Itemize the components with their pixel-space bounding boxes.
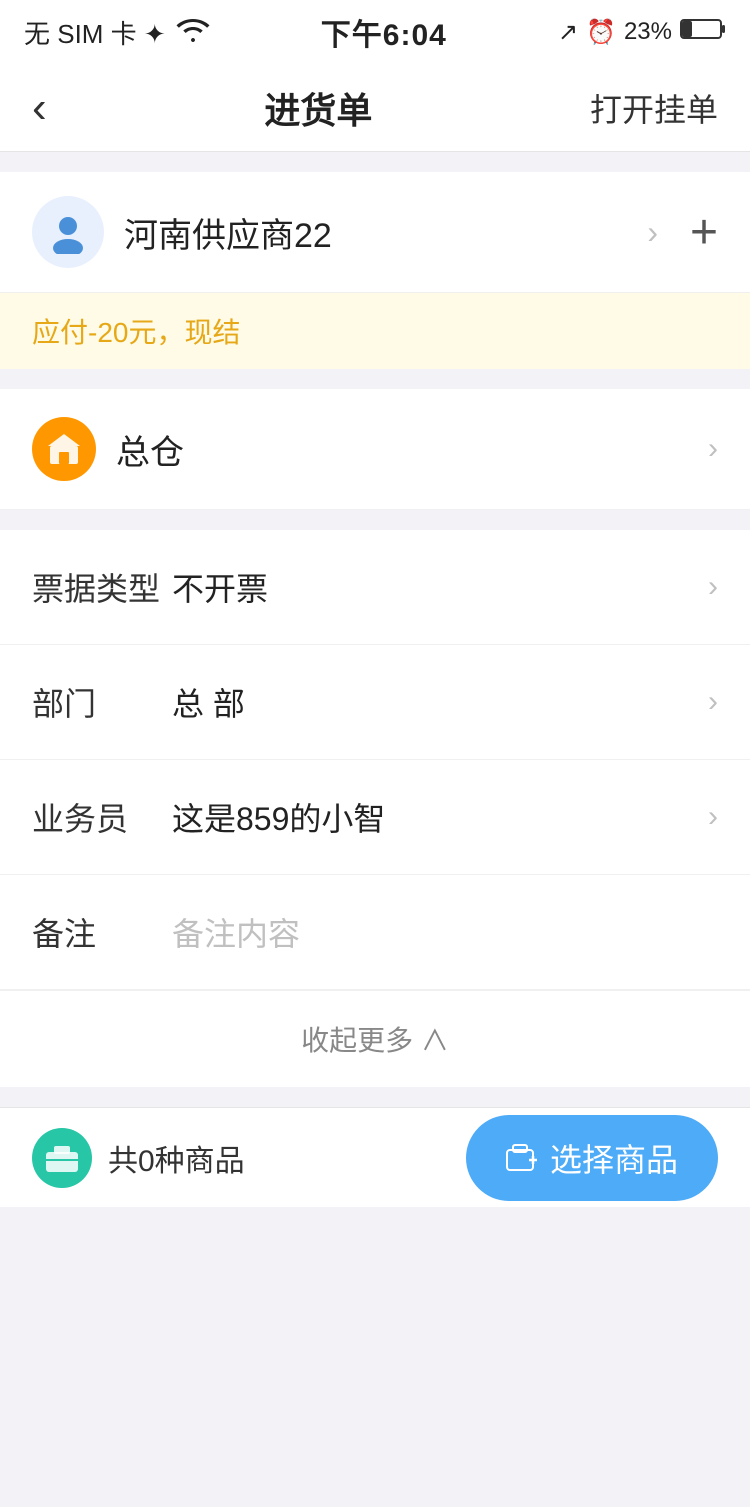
open-pending-button[interactable]: 打开挂单 — [590, 85, 718, 131]
warehouse-icon — [32, 417, 96, 481]
remark-value[interactable]: 备注内容 — [172, 909, 718, 955]
supplier-avatar — [32, 196, 104, 268]
supplier-row[interactable]: 河南供应商22 › + — [0, 172, 750, 293]
product-count-text: 共0种商品 — [108, 1136, 245, 1180]
wifi-icon — [176, 16, 210, 49]
section-gap-4 — [0, 1087, 750, 1107]
status-right: ↗ ⏰ 23% — [558, 17, 726, 48]
salesperson-chevron-icon: › — [708, 800, 718, 834]
battery-icon — [680, 17, 726, 48]
main-content — [0, 1207, 750, 1507]
page-title: 进货单 — [264, 82, 372, 134]
department-label: 部门 — [32, 679, 172, 725]
product-icon — [32, 1128, 92, 1188]
ticket-type-chevron-icon: › — [708, 570, 718, 604]
warehouse-chevron-icon: › — [708, 432, 718, 466]
form-section: 票据类型 不开票 › 部门 总 部 › 业务员 这是859的小智 › 备注 备注… — [0, 530, 750, 1087]
salesperson-row[interactable]: 业务员 这是859的小智 › — [0, 760, 750, 875]
status-left: 无 SIM 卡 ✦ — [24, 14, 210, 51]
warehouse-name: 总仓 — [116, 425, 708, 474]
warehouse-row[interactable]: 总仓 › — [0, 389, 750, 510]
alarm-icon: ⏰ — [586, 18, 616, 47]
add-supplier-button[interactable]: + — [690, 205, 718, 260]
warehouse-section: 总仓 › — [0, 389, 750, 510]
select-product-label: 选择商品 — [550, 1135, 678, 1181]
ticket-type-row[interactable]: 票据类型 不开票 › — [0, 530, 750, 645]
ticket-type-label: 票据类型 — [32, 564, 172, 610]
nav-bar: ‹ 进货单 打开挂单 — [0, 64, 750, 152]
section-gap-2 — [0, 369, 750, 389]
location-icon: ↗ — [558, 18, 578, 47]
supplier-section: 河南供应商22 › + 应付-20元，现结 — [0, 172, 750, 369]
battery-label: 23% — [624, 18, 672, 46]
bottom-bar: 共0种商品 选择商品 — [0, 1107, 750, 1207]
status-bar: 无 SIM 卡 ✦ 下午6:04 ↗ ⏰ 23% — [0, 0, 750, 64]
product-count-area: 共0种商品 — [32, 1128, 245, 1188]
department-row[interactable]: 部门 总 部 › — [0, 645, 750, 760]
supplier-name: 河南供应商22 — [124, 208, 647, 257]
no-sim-label: 无 SIM 卡 ✦ — [24, 14, 166, 51]
department-value: 总 部 — [172, 679, 708, 725]
section-gap-1 — [0, 152, 750, 172]
collapse-toggle[interactable]: 收起更多 ∧ — [0, 990, 750, 1087]
back-button[interactable]: ‹ — [32, 86, 47, 130]
salesperson-label: 业务员 — [32, 794, 172, 840]
info-banner: 应付-20元，现结 — [0, 293, 750, 369]
remark-row[interactable]: 备注 备注内容 — [0, 875, 750, 990]
salesperson-value: 这是859的小智 — [172, 794, 708, 840]
section-gap-3 — [0, 510, 750, 530]
status-time: 下午6:04 — [321, 10, 447, 54]
ticket-type-value: 不开票 — [172, 564, 708, 610]
select-product-button[interactable]: 选择商品 — [466, 1115, 718, 1201]
supplier-chevron-icon: › — [647, 214, 658, 251]
remark-label: 备注 — [32, 909, 172, 955]
department-chevron-icon: › — [708, 685, 718, 719]
